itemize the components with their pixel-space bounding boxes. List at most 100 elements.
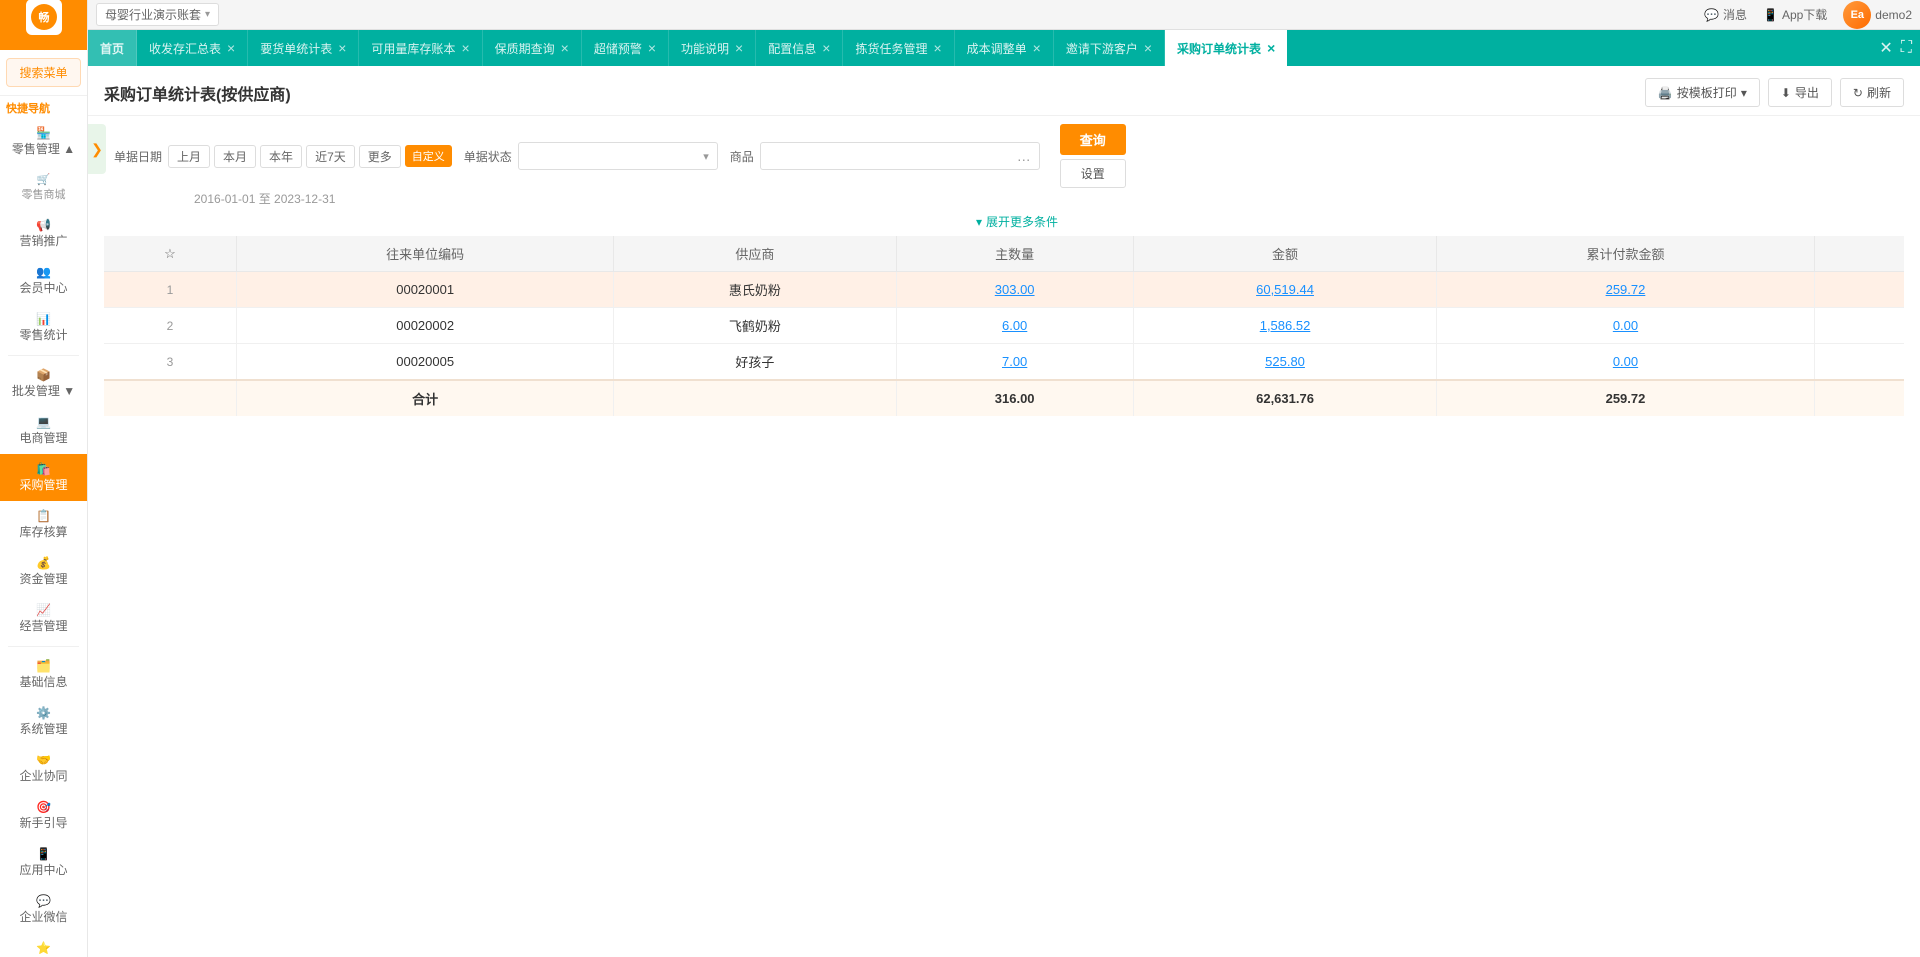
table-row[interactable]: 2 00020002 飞鹤奶粉 6.00 1,586.52 0.00 — [104, 308, 1904, 344]
tab-close-all-button[interactable]: ✕ — [1879, 38, 1892, 58]
status-select[interactable]: ▾ — [518, 142, 718, 170]
sidebar-item-wholesale[interactable]: 📦 批发管理 ▼ — [0, 360, 87, 407]
sidebar-item-retail-store[interactable]: 🛒 零售商城 — [0, 165, 87, 210]
workspace-selector[interactable]: 母婴行业演示账套 ▾ — [96, 3, 219, 26]
date-shortcut-last-month[interactable]: 上月 — [168, 145, 210, 168]
footer-paid: 259.72 — [1437, 380, 1814, 416]
sidebar-item-operations[interactable]: 📈 经营管理 — [0, 595, 87, 642]
tab-inventory-ledger[interactable]: 可用量库存账本 × — [359, 30, 482, 66]
divider2 — [8, 646, 79, 647]
row-quantity[interactable]: 303.00 — [896, 272, 1133, 308]
sidebar-item-label: 会员中心 — [19, 279, 67, 296]
sidebar-item-system[interactable]: ⚙️ 系统管理 — [0, 698, 87, 745]
tab-home[interactable]: 首页 — [88, 30, 137, 66]
sidebar-item-enterprise-wechat[interactable]: 💬 企业微信 — [0, 886, 87, 933]
col-amount[interactable]: 金额 — [1133, 236, 1437, 272]
row-quantity[interactable]: 6.00 — [896, 308, 1133, 344]
sidebar-item-inventory[interactable]: 📋 库存核算 — [0, 501, 87, 548]
settings-button[interactable]: 设置 — [1060, 159, 1126, 188]
tab-close-icon[interactable]: × — [227, 41, 235, 55]
table-footer-row: 合计 316.00 62,631.76 259.72 — [104, 380, 1904, 416]
page-title: 采购订单统计表(按供应商) — [104, 81, 291, 105]
tab-overstock[interactable]: 超储预警 × — [582, 30, 669, 66]
row-paid[interactable]: 0.00 — [1437, 344, 1814, 381]
tab-order-summary[interactable]: 要货单统计表 × — [248, 30, 359, 66]
goods-filter-label: 商品 — [730, 148, 754, 165]
date-custom-badge: 自定义 — [405, 145, 452, 167]
sidebar-item-member2[interactable]: ⭐ 畅会员 — [0, 933, 87, 957]
row-paid[interactable]: 259.72 — [1437, 272, 1814, 308]
tab-label: 保质期查询 — [495, 40, 555, 57]
expand-more-button[interactable]: ▾ 展开更多条件 — [976, 213, 1058, 230]
filter-collapse-button[interactable]: ❯ — [88, 124, 106, 174]
expand-label: 展开更多条件 — [986, 213, 1058, 230]
sidebar-item-marketing[interactable]: 📢 营销推广 — [0, 210, 87, 257]
sidebar-item-retail[interactable]: 🏪 零售管理 ▲ — [0, 118, 87, 165]
col-extra — [1814, 236, 1904, 272]
tab-function-desc[interactable]: 功能说明 × — [669, 30, 756, 66]
goods-more-icon[interactable]: … — [1017, 148, 1031, 164]
date-shortcut-this-month[interactable]: 本月 — [214, 145, 256, 168]
tab-close-icon[interactable]: × — [1033, 41, 1041, 55]
tab-cost-adjust[interactable]: 成本调整单 × — [955, 30, 1054, 66]
message-button[interactable]: 💬 消息 — [1704, 6, 1747, 23]
tab-close-icon[interactable]: × — [1267, 41, 1275, 55]
sidebar-item-basic-info[interactable]: 🗂️ 基础信息 — [0, 651, 87, 698]
row-paid[interactable]: 0.00 — [1437, 308, 1814, 344]
tab-close-icon[interactable]: × — [1144, 41, 1152, 55]
status-select-arrow-icon: ▾ — [703, 150, 709, 163]
sidebar-item-ecommerce[interactable]: 💻 电商管理 — [0, 407, 87, 454]
tab-close-icon[interactable]: × — [338, 41, 346, 55]
tab-config-info[interactable]: 配置信息 × — [756, 30, 843, 66]
row-amount[interactable]: 525.80 — [1133, 344, 1437, 381]
member-icon: 👥 — [36, 265, 51, 279]
table-row[interactable]: 3 00020005 好孩子 7.00 525.80 0.00 — [104, 344, 1904, 381]
app-download-icon: 📱 — [1763, 8, 1778, 22]
refresh-icon: ↻ — [1853, 86, 1863, 100]
row-amount[interactable]: 60,519.44 — [1133, 272, 1437, 308]
col-star: ☆ — [104, 236, 236, 272]
sidebar-item-finance[interactable]: 💰 资金管理 — [0, 548, 87, 595]
tab-purchase-summary[interactable]: 采购订单统计表 × — [1165, 30, 1287, 66]
tab-warranty[interactable]: 保质期查询 × — [483, 30, 582, 66]
tab-maximize-button[interactable]: ⛶ — [1901, 39, 1912, 57]
col-supplier[interactable]: 供应商 — [614, 236, 896, 272]
col-paid[interactable]: 累计付款金额 — [1437, 236, 1814, 272]
goods-input[interactable]: … — [760, 142, 1040, 170]
row-code: 00020002 — [236, 308, 613, 344]
print-button[interactable]: 🖨️ 按模板打印 ▾ — [1645, 78, 1760, 107]
sidebar-item-new-guide[interactable]: 🎯 新手引导 — [0, 792, 87, 839]
table-row[interactable]: 1 00020001 惠氏奶粉 303.00 60,519.44 259.72 — [104, 272, 1904, 308]
col-code[interactable]: 往来单位编码 — [236, 236, 613, 272]
refresh-button[interactable]: ↻ 刷新 — [1840, 78, 1904, 107]
row-quantity[interactable]: 7.00 — [896, 344, 1133, 381]
row-amount[interactable]: 1,586.52 — [1133, 308, 1437, 344]
tab-close-icon[interactable]: × — [561, 41, 569, 55]
search-menu-button[interactable]: 搜索菜单 — [6, 58, 81, 87]
sidebar-item-enterprise-coop[interactable]: 🤝 企业协同 — [0, 745, 87, 792]
tab-pick-task[interactable]: 拣货任务管理 × — [843, 30, 954, 66]
tab-close-icon[interactable]: × — [648, 41, 656, 55]
date-shortcut-7days[interactable]: 近7天 — [306, 145, 355, 168]
tab-invite-downstream[interactable]: 邀请下游客户 × — [1054, 30, 1165, 66]
wholesale-icon: 📦 — [36, 368, 51, 382]
date-shortcut-this-year[interactable]: 本年 — [260, 145, 302, 168]
export-button[interactable]: ⬇ 导出 — [1768, 78, 1832, 107]
tab-receive-summary[interactable]: 收发存汇总表 × — [137, 30, 248, 66]
user-info[interactable]: Ea demo2 — [1843, 1, 1912, 29]
tab-home-label: 首页 — [100, 40, 124, 57]
sidebar-item-purchase[interactable]: 🛍️ 采购管理 — [0, 454, 87, 501]
row-extra — [1814, 308, 1904, 344]
tab-close-icon[interactable]: × — [735, 41, 743, 55]
date-shortcut-more[interactable]: 更多 — [359, 145, 401, 168]
sidebar-item-member[interactable]: 👥 会员中心 — [0, 257, 87, 304]
col-quantity[interactable]: 主数量 — [896, 236, 1133, 272]
tab-close-icon[interactable]: × — [461, 41, 469, 55]
app-download-button[interactable]: 📱 App下载 — [1763, 6, 1827, 23]
query-button[interactable]: 查询 — [1060, 124, 1126, 155]
export-icon: ⬇ — [1781, 86, 1791, 100]
tab-close-icon[interactable]: × — [933, 41, 941, 55]
sidebar-item-retail-stats[interactable]: 📊 零售统计 — [0, 304, 87, 351]
tab-close-icon[interactable]: × — [822, 41, 830, 55]
sidebar-item-app-center[interactable]: 📱 应用中心 — [0, 839, 87, 886]
